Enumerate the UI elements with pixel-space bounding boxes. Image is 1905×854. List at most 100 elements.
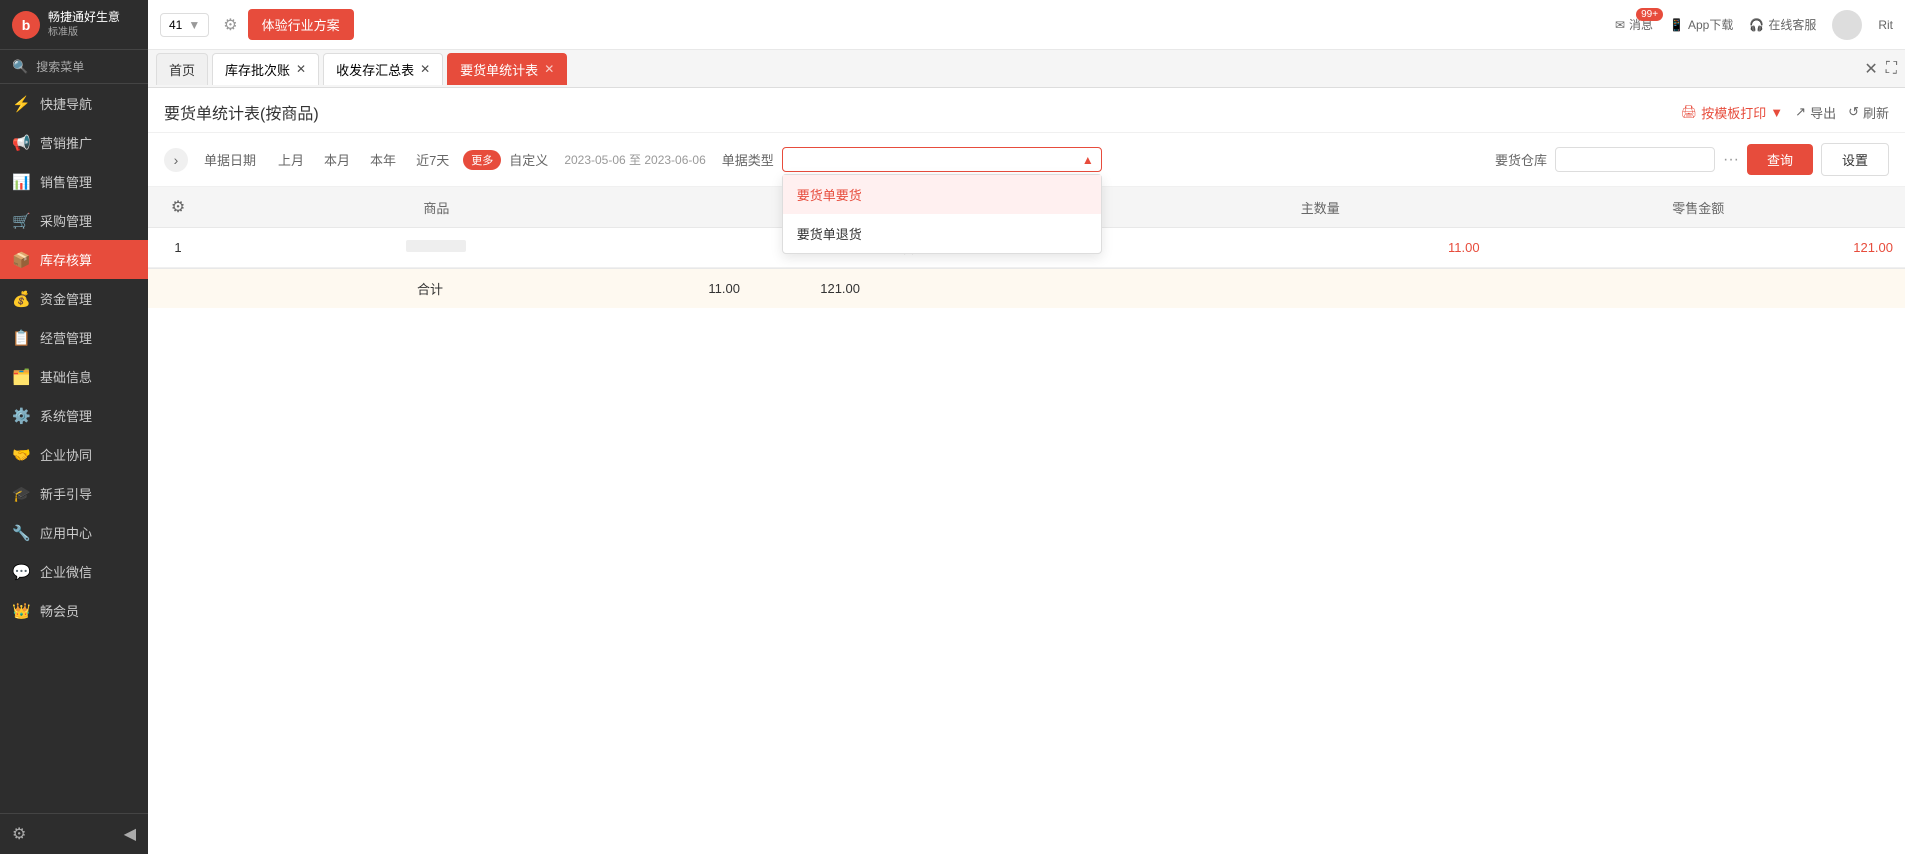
footer-qty: 11.00 bbox=[640, 281, 740, 296]
tab-inventory-batch-close[interactable]: ✕ bbox=[296, 62, 306, 76]
export-icon: ↗ bbox=[1795, 104, 1806, 120]
online-service-btn[interactable]: 🎧 在线客服 bbox=[1749, 16, 1816, 33]
user-avatar[interactable] bbox=[1832, 10, 1862, 40]
basic-info-icon: 🗂️ bbox=[12, 368, 30, 386]
dropdown-item-order-return[interactable]: 要货单退货 bbox=[783, 214, 1101, 253]
voucher-type-caret-icon[interactable]: ▲ bbox=[1082, 153, 1094, 167]
tab-order-stats-label: 要货单统计表 bbox=[460, 60, 538, 79]
sidebar-search[interactable]: 🔍 搜索菜单 bbox=[0, 50, 148, 84]
finance-icon: 💰 bbox=[12, 290, 30, 308]
sidebar-item-system[interactable]: ⚙️ 系统管理 bbox=[0, 396, 148, 435]
col-settings[interactable]: ⚙ bbox=[148, 187, 208, 228]
sidebar-items: ⚡ 快捷导航 📢 营销推广 📊 销售管理 🛒 采购管理 📦 库存核算 💰 资金管… bbox=[0, 84, 148, 813]
app-sub: 标准版 bbox=[48, 26, 120, 39]
app-download-btn[interactable]: 📱 App下载 bbox=[1669, 16, 1733, 33]
settings-icon[interactable]: ⚙ bbox=[12, 824, 26, 844]
membership-icon: 👑 bbox=[12, 602, 30, 620]
date-shortcut-custom[interactable]: 自定义 bbox=[509, 150, 548, 169]
content-area: 要货单统计表(按商品) 🖨 按模板打印 ▼ ↗ 导出 ↺ 刷新 › bbox=[148, 88, 1905, 854]
notification-btn[interactable]: ✉ 消息 99+ bbox=[1615, 16, 1653, 33]
tabs-actions: ✕ ⛶ bbox=[1864, 59, 1897, 79]
sidebar-item-purchase[interactable]: 🛒 采购管理 bbox=[0, 201, 148, 240]
filter-expand-btn[interactable]: › bbox=[164, 148, 188, 172]
trial-btn[interactable]: 体验行业方案 bbox=[248, 9, 354, 40]
selector-caret-icon: ▼ bbox=[188, 18, 200, 32]
sidebar-item-label: 营销推广 bbox=[40, 133, 92, 152]
sidebar-item-label: 企业微信 bbox=[40, 562, 92, 581]
inventory-icon: 📦 bbox=[12, 251, 30, 269]
tab-home[interactable]: 首页 bbox=[156, 53, 208, 85]
dropdown-item-order-return-label: 要货单退货 bbox=[797, 227, 862, 242]
cell-no: 1 bbox=[148, 228, 208, 268]
operations-icon: 📋 bbox=[12, 329, 30, 347]
tabs-close-all-icon[interactable]: ✕ bbox=[1864, 59, 1877, 79]
sidebar-item-inventory[interactable]: 📦 库存核算 bbox=[0, 240, 148, 279]
dropdown-item-order-goods[interactable]: 要货单要货 bbox=[783, 175, 1101, 214]
sidebar-item-marketing[interactable]: 📢 营销推广 bbox=[0, 123, 148, 162]
tab-home-label: 首页 bbox=[169, 60, 195, 79]
date-shortcut-up[interactable]: 上月 bbox=[272, 148, 310, 171]
sidebar-item-wechat[interactable]: 💬 企业微信 bbox=[0, 552, 148, 591]
service-icon: 🎧 bbox=[1749, 18, 1764, 32]
goods-name-placeholder bbox=[406, 240, 466, 252]
refresh-label: 刷新 bbox=[1863, 103, 1889, 122]
company-selector[interactable]: 41 ▼ bbox=[160, 13, 209, 37]
sidebar-item-membership[interactable]: 👑 畅会员 bbox=[0, 591, 148, 630]
date-shortcut-year[interactable]: 本年 bbox=[364, 148, 402, 171]
voucher-type-label: 单据类型 bbox=[722, 150, 774, 169]
sidebar-item-operations[interactable]: 📋 经营管理 bbox=[0, 318, 148, 357]
table-footer: 合计 11.00 121.00 bbox=[148, 268, 1905, 308]
sales-icon: 📊 bbox=[12, 173, 30, 191]
export-action[interactable]: ↗ 导出 bbox=[1795, 103, 1836, 122]
user-label: Rit bbox=[1878, 18, 1893, 32]
sidebar-item-finance[interactable]: 💰 资金管理 bbox=[0, 279, 148, 318]
print-action[interactable]: 🖨 按模板打印 ▼ bbox=[1681, 103, 1783, 122]
notification-icon: ✉ bbox=[1615, 18, 1625, 32]
topbar-gear-icon[interactable]: ⚙ bbox=[223, 15, 237, 35]
tab-order-stats-close[interactable]: ✕ bbox=[544, 62, 554, 76]
tab-inventory-batch[interactable]: 库存批次账 ✕ bbox=[212, 53, 319, 85]
sidebar-item-label: 快捷导航 bbox=[40, 94, 92, 113]
col-goods: 商品 bbox=[208, 187, 665, 228]
cell-qty[interactable]: 11.00 bbox=[1149, 228, 1492, 268]
page-actions: 🖨 按模板打印 ▼ ↗ 导出 ↺ 刷新 bbox=[1681, 103, 1889, 122]
sidebar-item-label: 新手引导 bbox=[40, 484, 92, 503]
table-settings-icon[interactable]: ⚙ bbox=[171, 199, 185, 216]
sidebar-item-label: 库存核算 bbox=[40, 250, 92, 269]
sidebar-item-app-center[interactable]: 🔧 应用中心 bbox=[0, 513, 148, 552]
sidebar-item-basic-info[interactable]: 🗂️ 基础信息 bbox=[0, 357, 148, 396]
collapse-icon[interactable]: ◀ bbox=[124, 824, 136, 844]
print-icon: 🖨 bbox=[1681, 104, 1698, 120]
filter-more-icon[interactable]: ··· bbox=[1723, 151, 1739, 169]
query-btn[interactable]: 查询 bbox=[1747, 144, 1813, 175]
sidebar-item-guide[interactable]: 🎓 新手引导 bbox=[0, 474, 148, 513]
date-shortcut-more[interactable]: 更多 bbox=[463, 150, 501, 170]
settings-btn[interactable]: 设置 bbox=[1821, 143, 1889, 176]
sidebar-item-label: 基础信息 bbox=[40, 367, 92, 386]
tabs-maximize-icon[interactable]: ⛶ bbox=[1886, 60, 1897, 78]
guide-icon: 🎓 bbox=[12, 485, 30, 503]
sidebar-search-label: 搜索菜单 bbox=[36, 58, 84, 75]
tab-order-stats[interactable]: 要货单统计表 ✕ bbox=[447, 53, 567, 85]
page-title: 要货单统计表(按商品) bbox=[164, 100, 319, 124]
tab-receive-summary-label: 收发存汇总表 bbox=[336, 60, 414, 79]
cell-amount[interactable]: 121.00 bbox=[1492, 228, 1905, 268]
date-shortcut-7days[interactable]: 近7天 bbox=[410, 148, 455, 171]
app-center-icon: 🔧 bbox=[12, 524, 30, 542]
date-shortcut-this[interactable]: 本月 bbox=[318, 148, 356, 171]
sidebar-item-quick-nav[interactable]: ⚡ 快捷导航 bbox=[0, 84, 148, 123]
date-range-display: 2023-05-06 至 2023-06-06 bbox=[564, 151, 705, 168]
sidebar-logo: b 畅捷通好生意 标准版 bbox=[0, 0, 148, 50]
tabs-bar: 首页 库存批次账 ✕ 收发存汇总表 ✕ 要货单统计表 ✕ ✕ ⛶ bbox=[148, 50, 1905, 88]
refresh-action[interactable]: ↺ 刷新 bbox=[1848, 103, 1889, 122]
voucher-type-input[interactable] bbox=[782, 147, 1102, 172]
logo-icon: b bbox=[12, 11, 40, 39]
sidebar-item-sales[interactable]: 📊 销售管理 bbox=[0, 162, 148, 201]
tab-receive-summary-close[interactable]: ✕ bbox=[420, 62, 430, 76]
app-name: 畅捷通好生意 bbox=[48, 10, 120, 26]
sidebar-bottom: ⚙ ◀ bbox=[0, 813, 148, 854]
warehouse-input[interactable] bbox=[1555, 147, 1715, 172]
tab-inventory-batch-label: 库存批次账 bbox=[225, 60, 290, 79]
sidebar-item-cooperation[interactable]: 🤝 企业协同 bbox=[0, 435, 148, 474]
tab-receive-summary[interactable]: 收发存汇总表 ✕ bbox=[323, 53, 443, 85]
